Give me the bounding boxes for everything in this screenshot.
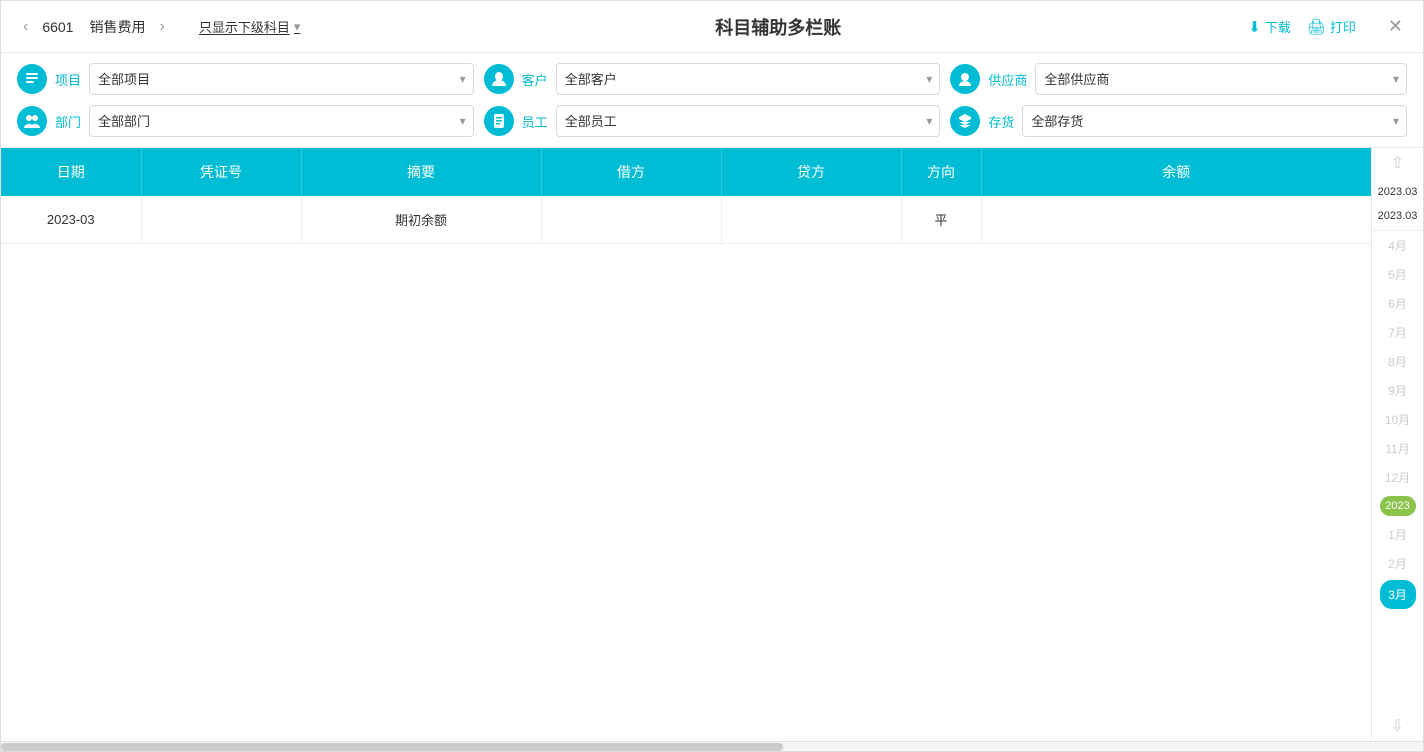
supplier-label: 供应商	[988, 70, 1027, 89]
customer-select-wrapper[interactable]: 全部客户	[556, 63, 941, 95]
timeline-item-9[interactable]: 9月	[1372, 376, 1423, 405]
prev-account-btn[interactable]: ‹	[17, 14, 34, 40]
dept-select-wrapper[interactable]: 全部部门	[89, 105, 474, 137]
page-title: 科目辅助多栏账	[308, 14, 1248, 40]
inventory-icon	[950, 106, 980, 136]
timeline-up-btn[interactable]: ⇧	[1372, 148, 1423, 178]
dept-select[interactable]: 全部部门	[89, 105, 474, 137]
timeline-item-next-1[interactable]: 1月	[1372, 520, 1423, 549]
title-bar: ‹ 6601 销售费用 › 只显示下级科目 ▾ 科目辅助多栏账 ⬇ 下载 🖨 打…	[1, 1, 1423, 53]
side-timeline: ⇧ 2023.03 2023.03 4月 5月 6月 7月 8月 9月 10月 …	[1371, 148, 1423, 741]
inventory-select-wrapper[interactable]: 全部存货	[1022, 105, 1407, 137]
download-icon: ⬇	[1248, 18, 1261, 36]
employee-label: 员工	[522, 112, 548, 131]
col-header-credit: 贷方	[721, 148, 901, 196]
project-select-wrapper[interactable]: 全部项目	[89, 63, 474, 95]
timeline-item-6[interactable]: 6月	[1372, 289, 1423, 318]
col-header-summary: 摘要	[301, 148, 541, 196]
col-header-balance: 余额	[981, 148, 1371, 196]
cell-balance	[981, 196, 1371, 244]
timeline-items: 2023.03 2023.03 4月 5月 6月 7月 8月 9月 10月 11…	[1372, 178, 1423, 711]
customer-label: 客户	[522, 70, 548, 89]
account-code: 6601	[42, 19, 73, 35]
cell-debit	[541, 196, 721, 244]
timeline-item-12[interactable]: 12月	[1372, 463, 1423, 492]
cell-summary: 期初余额	[301, 196, 541, 244]
toolbar-right: ⬇ 下载 🖨 打印 ✕	[1248, 12, 1407, 41]
filter-item-dept: 部门 全部部门	[17, 105, 474, 137]
filter-item-employee: 员工 全部员工	[484, 105, 941, 137]
timeline-item-4[interactable]: 4月	[1372, 231, 1423, 260]
main-table-area[interactable]: 日期 凭证号 摘要 借方 贷方 方向 余额 2023-03 期初余额	[1, 148, 1371, 741]
timeline-item-2023-03-1[interactable]: 2023.03	[1372, 180, 1423, 204]
col-header-debit: 借方	[541, 148, 721, 196]
supplier-select[interactable]: 全部供应商	[1035, 63, 1407, 95]
timeline-item-7[interactable]: 7月	[1372, 318, 1423, 347]
dept-label: 部门	[55, 112, 81, 131]
filter-item-project: 项目 全部项目	[17, 63, 474, 95]
next-account-btn[interactable]: ›	[153, 14, 170, 40]
timeline-item-11[interactable]: 11月	[1372, 434, 1423, 463]
filter-item-supplier: 供应商 全部供应商	[950, 63, 1407, 95]
inventory-select[interactable]: 全部存货	[1022, 105, 1407, 137]
dept-icon	[17, 106, 47, 136]
filter-row-1: 项目 全部项目 客户 全部客户	[17, 63, 1407, 95]
cell-voucher	[141, 196, 301, 244]
timeline-item-8[interactable]: 8月	[1372, 347, 1423, 376]
print-icon: 🖨	[1307, 18, 1326, 36]
col-header-direction: 方向	[901, 148, 981, 196]
timeline-item-next-3[interactable]: 3月	[1380, 580, 1416, 609]
inventory-label: 存货	[988, 112, 1014, 131]
filter-item-customer: 客户 全部客户	[484, 63, 941, 95]
timeline-item-5[interactable]: 5月	[1372, 260, 1423, 289]
cell-direction: 平	[901, 196, 981, 244]
show-sub-dropdown[interactable]: 只显示下级科目 ▾	[191, 13, 309, 40]
table-header-row: 日期 凭证号 摘要 借方 贷方 方向 余额	[1, 148, 1371, 196]
download-btn[interactable]: ⬇ 下载	[1248, 17, 1291, 36]
timeline-section-top: 2023.03 2023.03	[1372, 178, 1423, 231]
project-icon	[17, 64, 47, 94]
project-select[interactable]: 全部项目	[89, 63, 474, 95]
customer-select[interactable]: 全部客户	[556, 63, 941, 95]
customer-icon	[484, 64, 514, 94]
employee-select-wrapper[interactable]: 全部员工	[556, 105, 941, 137]
timeline-item-10[interactable]: 10月	[1372, 405, 1423, 434]
project-label: 项目	[55, 70, 81, 89]
bottom-scrollbar[interactable]	[1, 741, 1423, 751]
chevron-down-icon: ▾	[294, 19, 301, 35]
cell-date: 2023-03	[1, 196, 141, 244]
employee-select[interactable]: 全部员工	[556, 105, 941, 137]
timeline-item-next-2[interactable]: 2月	[1372, 549, 1423, 578]
col-header-date: 日期	[1, 148, 141, 196]
table-container: 日期 凭证号 摘要 借方 贷方 方向 余额 2023-03 期初余额	[1, 148, 1423, 741]
cell-credit	[721, 196, 901, 244]
timeline-year-2023[interactable]: 2023	[1380, 496, 1416, 516]
table-row[interactable]: 2023-03 期初余额 平	[1, 196, 1371, 244]
timeline-item-2023-03-2[interactable]: 2023.03	[1372, 204, 1423, 228]
supplier-icon	[950, 64, 980, 94]
supplier-select-wrapper[interactable]: 全部供应商	[1035, 63, 1407, 95]
filter-row-2: 部门 全部部门 员工	[17, 105, 1407, 137]
main-window: ‹ 6601 销售费用 › 只显示下级科目 ▾ 科目辅助多栏账 ⬇ 下载 🖨 打…	[0, 0, 1424, 752]
filter-item-inventory: 存货 全部存货	[950, 105, 1407, 137]
ledger-table: 日期 凭证号 摘要 借方 贷方 方向 余额 2023-03 期初余额	[1, 148, 1371, 244]
timeline-down-btn[interactable]: ⇩	[1372, 711, 1423, 741]
filter-bar: 项目 全部项目 客户 全部客户	[1, 53, 1423, 148]
col-header-voucher: 凭证号	[141, 148, 301, 196]
close-btn[interactable]: ✕	[1384, 12, 1407, 41]
employee-icon	[484, 106, 514, 136]
print-btn[interactable]: 🖨 打印	[1307, 17, 1356, 36]
account-name: 销售费用	[89, 17, 145, 37]
